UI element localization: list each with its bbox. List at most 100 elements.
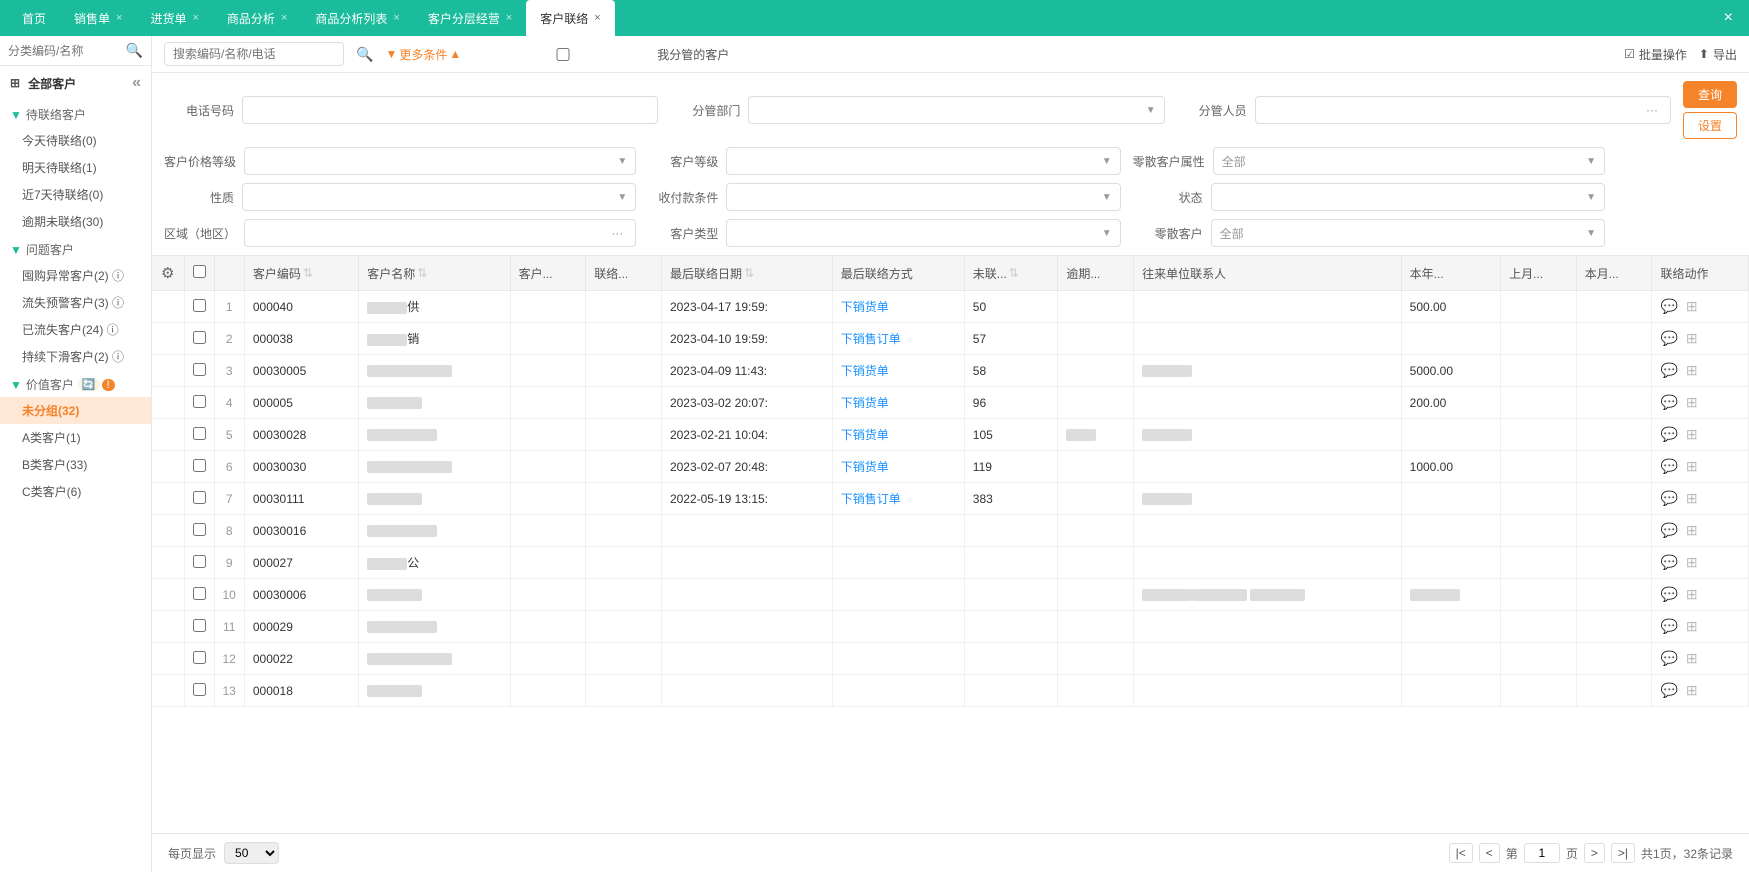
- sidebar-item-churn-warning[interactable]: 流失预警客户(3) ⓘ: [0, 289, 151, 316]
- checkbox-cell[interactable]: [184, 515, 214, 547]
- last-contact-method-cell[interactable]: 下销货单: [832, 387, 964, 419]
- tab-product-analysis[interactable]: 商品分析 ×: [213, 0, 301, 36]
- checkbox-cell[interactable]: [184, 643, 214, 675]
- more-action-icon[interactable]: ⊞: [1686, 522, 1698, 539]
- last-month-col-header[interactable]: 上月...: [1501, 256, 1577, 291]
- more-action-icon[interactable]: ⊞: [1686, 490, 1698, 507]
- manager-select[interactable]: ···: [1255, 96, 1671, 124]
- more-action-icon[interactable]: ⊞: [1686, 298, 1698, 315]
- contact-col-header[interactable]: 联络...: [586, 256, 662, 291]
- message-icon[interactable]: 💬: [1660, 522, 1677, 539]
- last-contact-method-cell[interactable]: 下销货单: [832, 451, 964, 483]
- sidebar-all-customers[interactable]: ⊞ 全部客户 «: [0, 66, 151, 100]
- tab-purchase[interactable]: 进货单 ×: [136, 0, 212, 36]
- dots-icon[interactable]: ···: [1642, 103, 1662, 117]
- close-icon[interactable]: ×: [116, 12, 122, 24]
- batch-operation-button[interactable]: ☑ 批量操作: [1624, 46, 1687, 63]
- last-contact-method-cell[interactable]: 下销货单: [832, 291, 964, 323]
- row-checkbox[interactable]: [193, 395, 206, 408]
- price-level-select[interactable]: ▼: [244, 147, 636, 175]
- row-checkbox[interactable]: [193, 299, 206, 312]
- checkbox-cell[interactable]: [184, 611, 214, 643]
- select-all-checkbox[interactable]: [193, 265, 206, 278]
- sidebar-item-declining[interactable]: 持续下滑客户(2) ⓘ: [0, 343, 151, 370]
- row-checkbox[interactable]: [193, 427, 206, 440]
- close-icon[interactable]: ×: [281, 12, 287, 24]
- phone-input[interactable]: [242, 96, 658, 124]
- tab-customer-contact[interactable]: 客户联络 ×: [526, 0, 614, 36]
- last-contact-method-cell[interactable]: [832, 515, 964, 547]
- checkbox-cell[interactable]: [184, 387, 214, 419]
- message-icon[interactable]: 💬: [1660, 554, 1677, 571]
- checkbox-cell[interactable]: [184, 483, 214, 515]
- this-month-col-header[interactable]: 本月...: [1576, 256, 1652, 291]
- sidebar-item-today[interactable]: 今天待联络(0): [0, 127, 151, 154]
- query-button[interactable]: 查询: [1683, 81, 1737, 108]
- sidebar-item-hoarding-anomaly[interactable]: 囤购异常客户(2) ⓘ: [0, 262, 151, 289]
- region-select[interactable]: ···: [244, 219, 636, 247]
- page-input[interactable]: [1524, 843, 1560, 863]
- dots-icon[interactable]: ···: [607, 226, 627, 240]
- overdue-col-header[interactable]: 逾期...: [1058, 256, 1134, 291]
- payment-select[interactable]: ▼: [726, 183, 1120, 211]
- row-checkbox[interactable]: [193, 555, 206, 568]
- message-icon[interactable]: 💬: [1660, 362, 1677, 379]
- tab-product-analysis-list[interactable]: 商品分析列表 ×: [301, 0, 413, 36]
- checkbox-cell[interactable]: [184, 675, 214, 707]
- sidebar-item-class-a[interactable]: A类客户(1): [0, 424, 151, 451]
- last-contact-method-cell[interactable]: [832, 643, 964, 675]
- sidebar-item-unclassified[interactable]: 未分组(32): [0, 397, 151, 424]
- checkbox-cell[interactable]: [184, 419, 214, 451]
- checkbox-cell[interactable]: [184, 355, 214, 387]
- this-year-col-header[interactable]: 本年...: [1401, 256, 1500, 291]
- row-checkbox[interactable]: [193, 651, 206, 664]
- row-checkbox[interactable]: [193, 331, 206, 344]
- last-contact-method-cell[interactable]: [832, 547, 964, 579]
- retail-customer-select[interactable]: 全部 ▼: [1211, 219, 1605, 247]
- reset-button[interactable]: 设置: [1683, 112, 1737, 139]
- tab-bar-close-button[interactable]: ×: [1716, 9, 1741, 27]
- checkbox-col-header[interactable]: [184, 256, 214, 291]
- sidebar-item-7days[interactable]: 近7天待联络(0): [0, 181, 151, 208]
- row-checkbox[interactable]: [193, 523, 206, 536]
- retail-attr-select[interactable]: 全部 ▼: [1213, 147, 1605, 175]
- more-conditions-button[interactable]: ▼ 更多条件 ▲: [385, 46, 461, 63]
- customer-level-select[interactable]: ▼: [726, 147, 1120, 175]
- no-contact-col-header[interactable]: 未联...⇅: [964, 256, 1058, 291]
- message-icon[interactable]: 💬: [1660, 426, 1677, 443]
- settings-icon[interactable]: ⚙: [161, 265, 174, 282]
- checkbox-cell[interactable]: [184, 547, 214, 579]
- close-icon[interactable]: ×: [393, 12, 399, 24]
- last-contact-method-cell[interactable]: [832, 579, 964, 611]
- contact-method-link[interactable]: 下销货单: [841, 460, 889, 474]
- customer-type-select[interactable]: ▼: [726, 219, 1120, 247]
- more-action-icon[interactable]: ⊞: [1686, 426, 1698, 443]
- sidebar-item-class-c[interactable]: C类客户(6): [0, 478, 151, 505]
- search-icon[interactable]: 🔍: [356, 46, 373, 63]
- category-search-input[interactable]: [8, 44, 126, 58]
- tab-customer-tier[interactable]: 客户分层经营 ×: [414, 0, 526, 36]
- tab-sales[interactable]: 销售单 ×: [60, 0, 136, 36]
- close-icon[interactable]: ×: [594, 12, 600, 24]
- contact-method-link[interactable]: 下销售订单: [841, 332, 901, 346]
- my-customers-checkbox-input[interactable]: [473, 48, 653, 61]
- message-icon[interactable]: 💬: [1660, 298, 1677, 315]
- unit-contact-col-header[interactable]: 往来单位联系人: [1134, 256, 1402, 291]
- last-contact-method-cell[interactable]: 下销售订单: [832, 483, 964, 515]
- row-checkbox[interactable]: [193, 619, 206, 632]
- my-customers-checkbox[interactable]: 我分管的客户: [473, 46, 729, 63]
- more-action-icon[interactable]: ⊞: [1686, 618, 1698, 635]
- row-checkbox[interactable]: [193, 459, 206, 472]
- more-action-icon[interactable]: ⊞: [1686, 682, 1698, 699]
- checkbox-cell[interactable]: [184, 579, 214, 611]
- status-select[interactable]: ▼: [1211, 183, 1605, 211]
- message-icon[interactable]: 💬: [1660, 458, 1677, 475]
- row-checkbox[interactable]: [193, 587, 206, 600]
- message-icon[interactable]: 💬: [1660, 586, 1677, 603]
- last-page-button[interactable]: >|: [1611, 843, 1635, 863]
- checkbox-cell[interactable]: [184, 323, 214, 355]
- sidebar-item-tomorrow[interactable]: 明天待联络(1): [0, 154, 151, 181]
- sidebar-search-icon[interactable]: 🔍: [126, 42, 143, 59]
- tab-home[interactable]: 首页: [8, 0, 60, 36]
- message-icon[interactable]: 💬: [1660, 490, 1677, 507]
